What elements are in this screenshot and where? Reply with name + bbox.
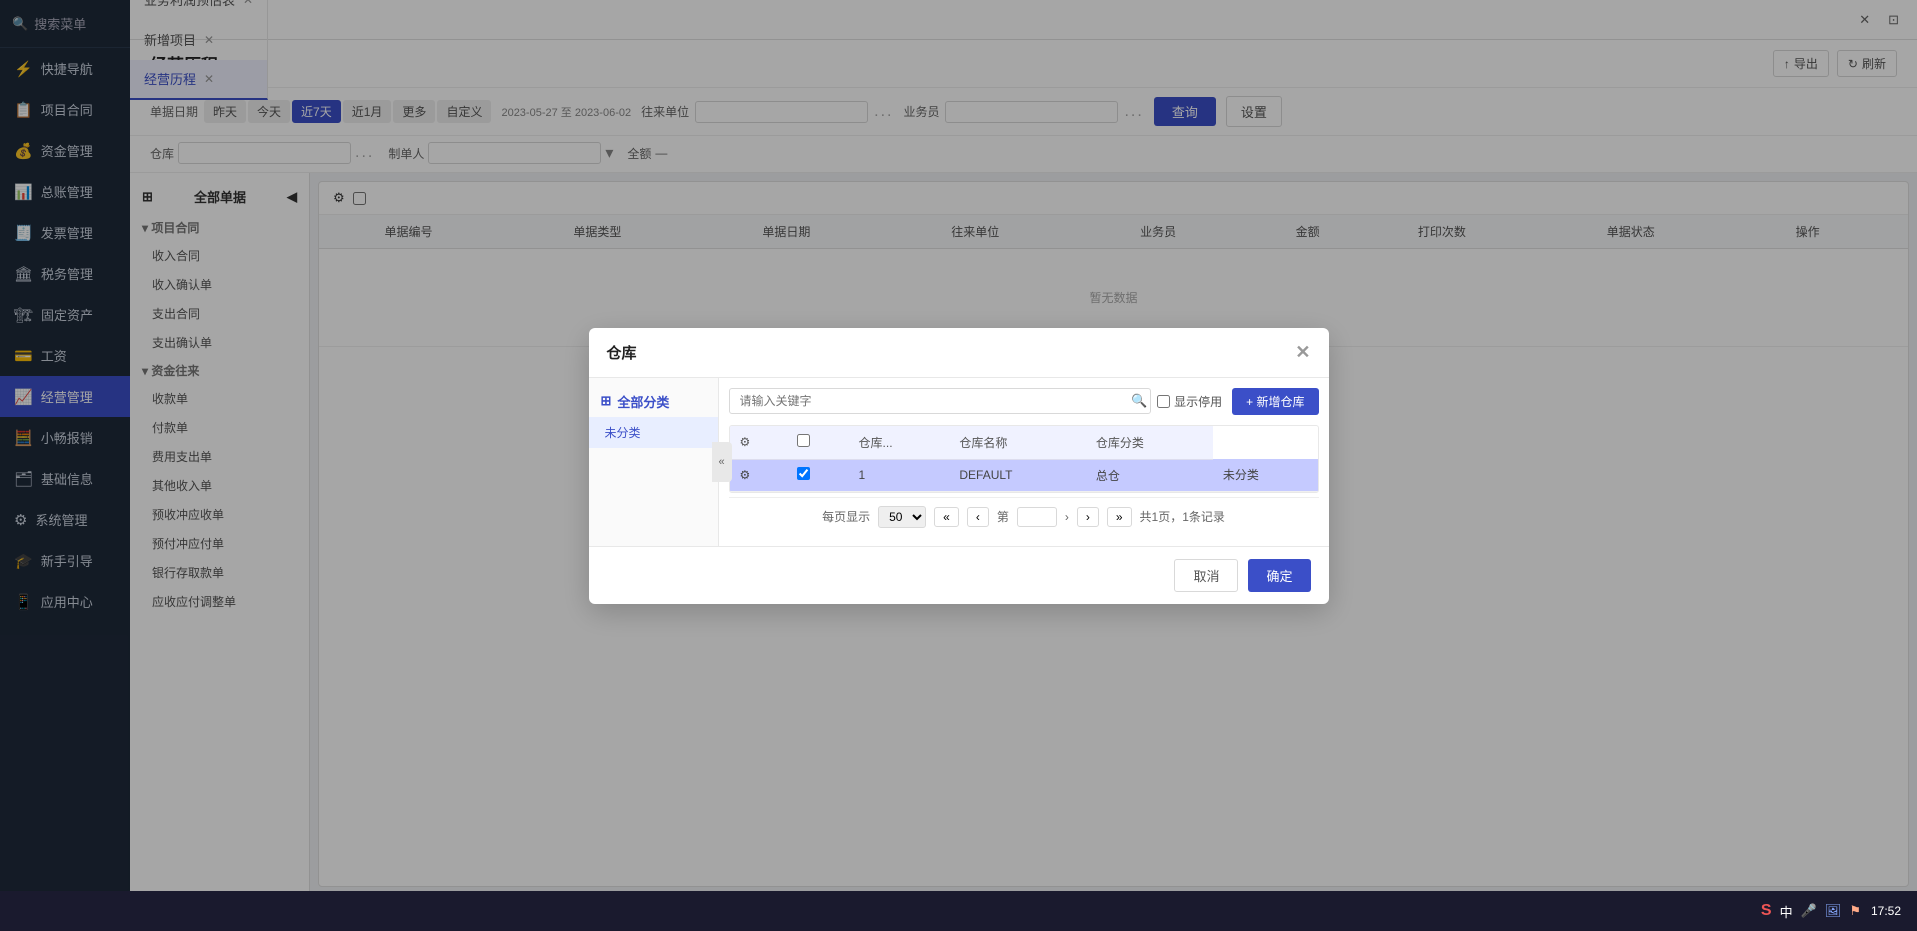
modal-overlay: 仓库 ✕ ⊞ 全部分类 « 未分类 — [0, 0, 1917, 931]
modal-row-checkbox[interactable] — [787, 459, 849, 491]
modal-total: 共1页，1条记录 — [1140, 508, 1225, 525]
modal-header: 仓库 ✕ — [589, 328, 1329, 378]
modal-col-3: 仓库名称 — [949, 426, 1086, 460]
modal-pagination: 每页显示 50 « ‹ 第 1 › › » 共1页，1条记录 — [729, 497, 1319, 536]
modal-title: 仓库 — [607, 342, 637, 363]
taskbar-mic: 🎤 — [1801, 903, 1817, 919]
modal-first-btn[interactable]: « — [934, 507, 959, 527]
warehouse-modal: 仓库 ✕ ⊞ 全部分类 « 未分类 — [589, 328, 1329, 604]
modal-table-row[interactable]: ⚙ 1 DEFAULT 总仓 未分类 — [730, 459, 1318, 491]
confirm-button[interactable]: 确定 — [1248, 559, 1310, 592]
taskbar: S 中 🎤 🖼 ⚑ 17:52 — [0, 891, 1917, 931]
taskbar-img: 🖼 — [1825, 903, 1842, 919]
taskbar-flag: ⚑ — [1849, 903, 1861, 919]
modal-select-all[interactable] — [797, 434, 810, 447]
modal-table-area: ⚙ 仓库...仓库名称仓库分类 ⚙ 1 DEFAULT 总仓 未分类 — [729, 425, 1319, 493]
taskbar-icons: S 中 🎤 🖼 ⚑ — [1761, 902, 1861, 921]
show-disabled-checkbox[interactable] — [1157, 395, 1170, 408]
modal-prev-btn[interactable]: ‹ — [967, 507, 989, 527]
modal-page-next: › — [1065, 510, 1069, 524]
modal-col-2: 仓库... — [849, 426, 950, 460]
modal-col-1 — [787, 426, 849, 460]
modal-close-button[interactable]: ✕ — [1295, 342, 1310, 363]
taskbar-clock: 17:52 — [1871, 904, 1901, 918]
modal-row-category: 未分类 — [1213, 459, 1318, 491]
sidebar-collapse-btn[interactable]: « — [712, 442, 732, 482]
modal-body: ⊞ 全部分类 « 未分类 🔍 显示停用 — [589, 378, 1329, 546]
modal-sidebar-all[interactable]: ⊞ 全部分类 — [589, 386, 718, 417]
taskbar-dot: 中 — [1780, 902, 1793, 921]
show-disabled-label[interactable]: 显示停用 — [1157, 393, 1222, 410]
modal-per-page-label: 每页显示 — [822, 508, 870, 525]
modal-row-id: 1 — [849, 459, 950, 491]
modal-page-label: 第 — [997, 508, 1009, 525]
modal-next-btn[interactable]: › — [1077, 507, 1099, 527]
modal-sidebar-uncategorized[interactable]: 未分类 — [589, 417, 718, 448]
modal-table: ⚙ 仓库...仓库名称仓库分类 ⚙ 1 DEFAULT 总仓 未分类 — [730, 426, 1318, 492]
modal-per-page-select[interactable]: 50 — [878, 506, 926, 528]
modal-main: 🔍 显示停用 + 新增仓库 ⚙仓库...仓库名称仓库分类 ⚙ 1 D — [719, 378, 1329, 546]
modal-col-0: ⚙ — [730, 426, 787, 460]
modal-search-icon[interactable]: 🔍 — [1131, 393, 1147, 409]
modal-search-input[interactable] — [729, 388, 1151, 414]
modal-settings-icon[interactable]: ⚙ — [740, 435, 751, 449]
add-warehouse-button[interactable]: + 新增仓库 — [1232, 388, 1318, 415]
modal-row-settings[interactable]: ⚙ — [730, 459, 787, 491]
modal-search-bar: 🔍 显示停用 + 新增仓库 — [729, 388, 1319, 415]
modal-col-4: 仓库分类 — [1086, 426, 1213, 460]
modal-page-input[interactable]: 1 — [1017, 507, 1057, 527]
modal-row-name: 总仓 — [1086, 459, 1213, 491]
modal-row-code: DEFAULT — [949, 459, 1086, 491]
modal-last-btn[interactable]: » — [1107, 507, 1132, 527]
taskbar-s-icon: S — [1761, 902, 1772, 920]
modal-footer: 取消 确定 — [589, 546, 1329, 604]
modal-sidebar: ⊞ 全部分类 « 未分类 — [589, 378, 719, 546]
cancel-button[interactable]: 取消 — [1174, 559, 1238, 592]
sidebar-all-icon: ⊞ — [601, 393, 612, 409]
